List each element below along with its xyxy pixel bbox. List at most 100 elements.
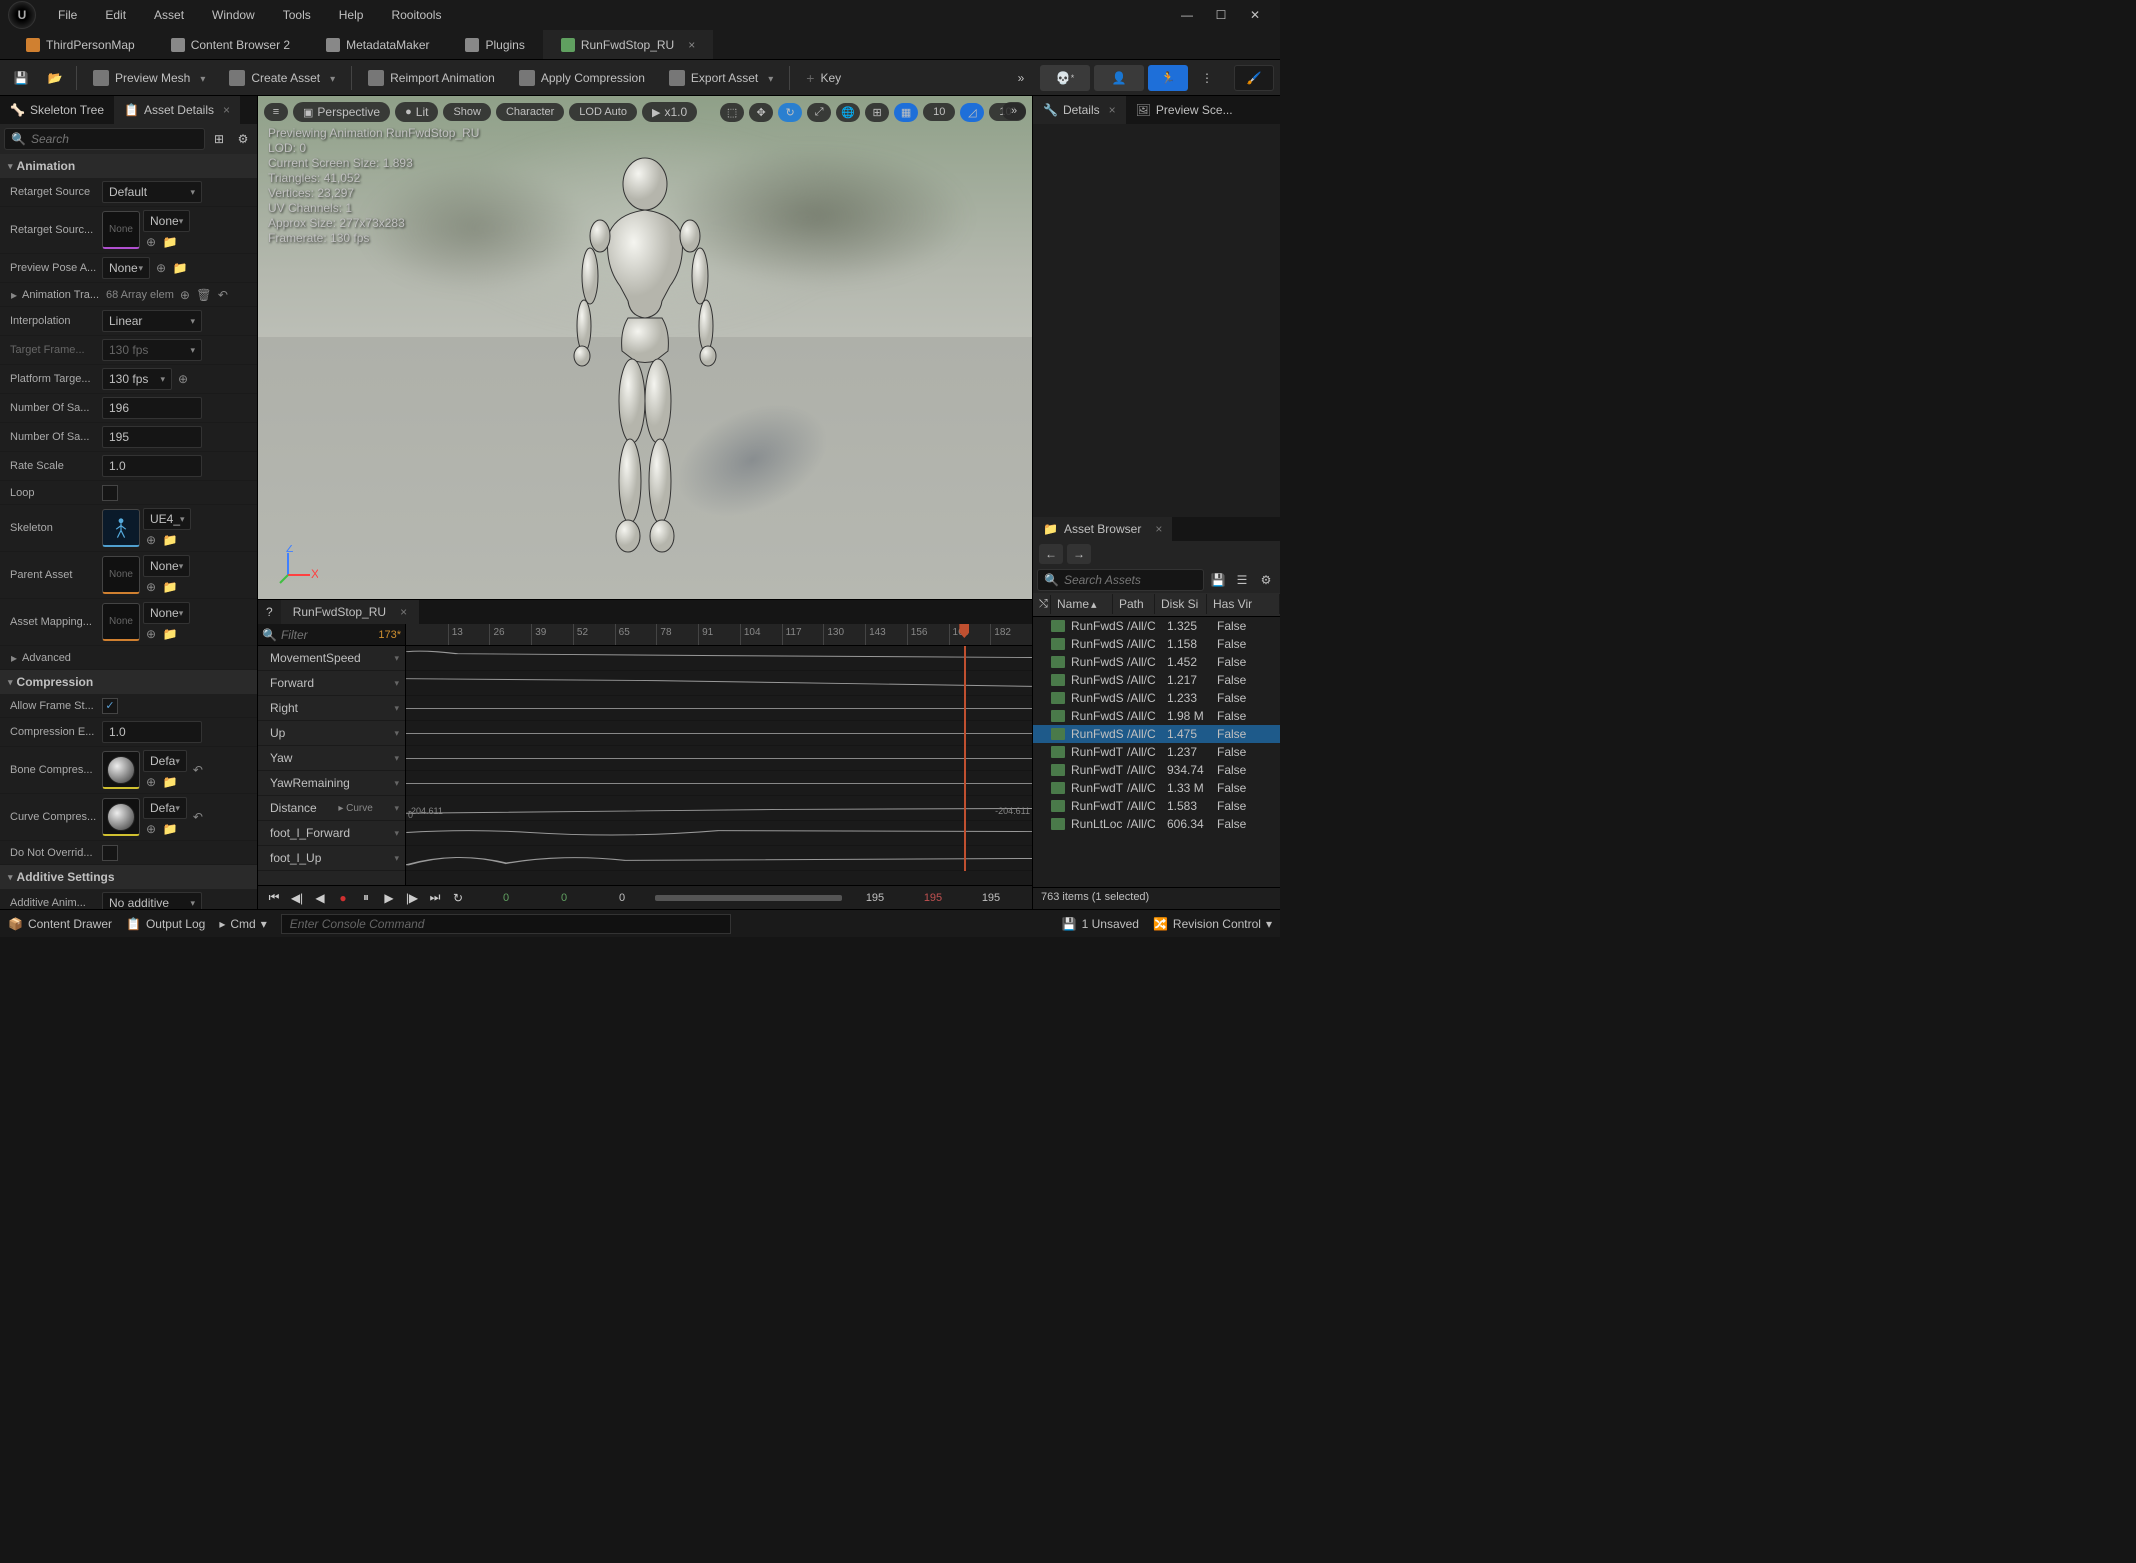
- track-lane[interactable]: [406, 746, 1032, 771]
- asset-row[interactable]: RunFwdS/All/C1.325False: [1033, 617, 1280, 635]
- additive-combo[interactable]: No additive: [102, 892, 202, 909]
- step-back-button[interactable]: ◀|: [287, 889, 307, 907]
- axis-gizmo[interactable]: ZX: [278, 545, 318, 585]
- doctab-metadatamaker[interactable]: MetadataMaker: [308, 30, 447, 59]
- viewport-menu-icon[interactable]: ≡: [264, 103, 288, 121]
- tab-preview-scene[interactable]: 🖼 Preview Sce...: [1126, 96, 1243, 124]
- asset-thumb[interactable]: None: [102, 211, 140, 249]
- search-input[interactable]: [31, 132, 198, 146]
- asset-row[interactable]: RunFwdS/All/C1.217False: [1033, 671, 1280, 689]
- asset-row[interactable]: RunFwdS/All/C1.98 MFalse: [1033, 707, 1280, 725]
- parent-thumb[interactable]: None: [102, 556, 140, 594]
- use-icon[interactable]: ⊕: [143, 774, 159, 790]
- close-icon[interactable]: ×: [223, 103, 230, 117]
- animation-mode-icon[interactable]: 🏃: [1148, 65, 1188, 91]
- browse-icon[interactable]: 📁: [162, 821, 178, 837]
- track-up[interactable]: Up: [258, 721, 405, 746]
- paint-mode-icon[interactable]: 🖌️: [1234, 65, 1274, 91]
- view-options-icon[interactable]: ⊞: [209, 129, 229, 149]
- playhead[interactable]: [964, 646, 966, 871]
- category-additive[interactable]: Additive Settings: [0, 865, 257, 889]
- reverse-button[interactable]: ◀: [310, 889, 330, 907]
- timeline-tab[interactable]: RunFwdStop_RU×: [281, 600, 419, 624]
- track-right[interactable]: Right: [258, 696, 405, 721]
- skeleton-thumb[interactable]: [102, 509, 140, 547]
- asset-row[interactable]: RunFwdS/All/C1.233False: [1033, 689, 1280, 707]
- vp-lod[interactable]: LOD Auto: [569, 103, 637, 121]
- col-size[interactable]: Disk Si: [1155, 594, 1207, 614]
- category-animation[interactable]: Animation: [0, 154, 257, 178]
- browse-icon[interactable]: 📂: [40, 65, 70, 91]
- col-path[interactable]: Path: [1113, 594, 1155, 614]
- skeleton-combo[interactable]: UE4_: [143, 508, 191, 530]
- asset-combo[interactable]: None: [143, 210, 190, 232]
- track-lane[interactable]: [406, 721, 1032, 746]
- browse-icon[interactable]: 📁: [162, 774, 178, 790]
- track-movementspeed[interactable]: MovementSpeed: [258, 646, 405, 671]
- vp-character[interactable]: Character: [496, 103, 564, 121]
- output-log-button[interactable]: 📋 Output Log: [126, 917, 205, 931]
- minimize-button[interactable]: —: [1170, 2, 1204, 28]
- save-icon[interactable]: 💾: [6, 65, 36, 91]
- save-filter-icon[interactable]: 💾: [1208, 570, 1228, 590]
- col-type-icon[interactable]: ⤭: [1033, 595, 1051, 614]
- interpolation-combo[interactable]: Linear: [102, 310, 202, 332]
- asset-row[interactable]: RunFwdS/All/C1.475False: [1033, 725, 1280, 743]
- vp-world-icon[interactable]: 🌐: [836, 103, 860, 122]
- browse-icon[interactable]: 📁: [162, 234, 178, 250]
- close-button[interactable]: ✕: [1238, 2, 1272, 28]
- reset-icon[interactable]: ↶: [190, 762, 206, 778]
- vp-overflow-icon[interactable]: »: [1002, 102, 1026, 120]
- reimport-button[interactable]: Reimport Animation: [358, 65, 505, 91]
- retarget-source-combo[interactable]: Default: [102, 181, 202, 203]
- preview-pose-combo[interactable]: None: [102, 257, 150, 279]
- step-fwd-button[interactable]: |▶: [402, 889, 422, 907]
- timeline-ruler[interactable]: 13263952657891104117130143156169182: [406, 624, 1032, 646]
- vp-grid-size[interactable]: 10: [923, 103, 955, 121]
- doctab-plugins[interactable]: Plugins: [447, 30, 542, 59]
- do-not-override-checkbox[interactable]: [102, 845, 118, 861]
- use-icon[interactable]: ⊕: [143, 532, 159, 548]
- tab-skeleton-tree[interactable]: 🦴 Skeleton Tree: [0, 96, 114, 124]
- track-lane[interactable]: [406, 646, 1032, 671]
- vp-angle-icon[interactable]: ◿: [960, 103, 984, 122]
- compression-err-input[interactable]: 1.0: [102, 721, 202, 743]
- browse-icon[interactable]: 📁: [172, 260, 188, 276]
- browse-icon[interactable]: 📁: [162, 626, 178, 642]
- menu-asset[interactable]: Asset: [140, 2, 198, 28]
- use-icon[interactable]: ⊕: [143, 579, 159, 595]
- vp-lit[interactable]: ● Lit: [395, 102, 438, 122]
- use-icon[interactable]: ⊕: [143, 626, 159, 642]
- col-name[interactable]: Name ▴: [1051, 594, 1113, 614]
- doctab-runfwdstop_ru[interactable]: RunFwdStop_RU×: [543, 30, 713, 59]
- menu-window[interactable]: Window: [198, 2, 269, 28]
- track-forward[interactable]: Forward: [258, 671, 405, 696]
- pause-button[interactable]: ⏸: [356, 889, 376, 907]
- vp-show[interactable]: Show: [443, 103, 491, 121]
- filter-icon[interactable]: ☰: [1232, 570, 1252, 590]
- curve-compress-thumb[interactable]: [102, 798, 140, 836]
- mapping-thumb[interactable]: None: [102, 603, 140, 641]
- console-input[interactable]: Enter Console Command: [281, 914, 731, 934]
- track-lane[interactable]: [406, 846, 1032, 871]
- parent-combo[interactable]: None: [143, 555, 190, 577]
- timeline-help-icon[interactable]: ?: [258, 600, 281, 624]
- close-icon[interactable]: ×: [1109, 103, 1116, 117]
- vp-perspective[interactable]: ▣ Perspective: [293, 102, 390, 122]
- details-search[interactable]: 🔍: [4, 128, 205, 150]
- asset-search[interactable]: 🔍: [1037, 569, 1204, 591]
- asset-row[interactable]: RunFwdT/All/C1.237False: [1033, 743, 1280, 761]
- track-yaw[interactable]: Yaw: [258, 746, 405, 771]
- to-end-button[interactable]: ⏭: [425, 889, 445, 907]
- use-icon[interactable]: ⊕: [153, 260, 169, 276]
- create-asset-button[interactable]: Create Asset: [219, 65, 345, 91]
- menu-rooitools[interactable]: Rooitools: [377, 2, 455, 28]
- nav-fwd-button[interactable]: →: [1067, 544, 1091, 564]
- track-lane[interactable]: [406, 671, 1032, 696]
- mapping-combo[interactable]: None: [143, 602, 190, 624]
- menu-help[interactable]: Help: [325, 2, 378, 28]
- maximize-button[interactable]: ☐: [1204, 2, 1238, 28]
- track-foot_l_up[interactable]: foot_l_Up: [258, 846, 405, 871]
- delete-icon[interactable]: 🗑: [196, 287, 212, 303]
- asset-list[interactable]: RunFwdS/All/C1.325FalseRunFwdS/All/C1.15…: [1033, 617, 1280, 888]
